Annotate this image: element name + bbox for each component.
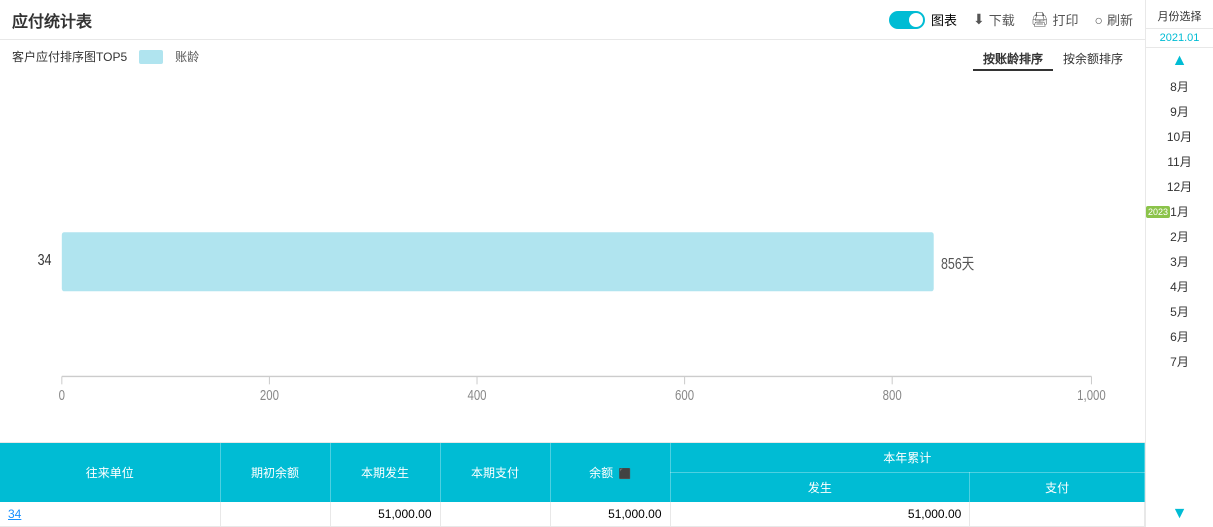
month-label: 4月 <box>1170 280 1189 294</box>
col-opening-balance: 期初余额 <box>220 443 330 502</box>
sort-by-balance-button[interactable]: 按账龄排序 <box>973 48 1053 71</box>
month-label: 3月 <box>1170 255 1189 269</box>
header-actions: 图表 ⬇ 下载 🖨 打印 ○ 刷新 <box>889 10 1133 29</box>
sort-by-amount-button[interactable]: 按余额排序 <box>1053 48 1133 71</box>
svg-text:400: 400 <box>467 387 486 404</box>
month-label: 10月 <box>1167 130 1192 144</box>
month-label: 6月 <box>1170 330 1189 344</box>
month-label: 2月 <box>1170 230 1189 244</box>
refresh-button[interactable]: ○ 刷新 <box>1095 10 1133 29</box>
col-ytd-group: 本年累计 <box>670 443 1145 473</box>
sidebar-month-item[interactable]: 10月 <box>1146 124 1213 149</box>
cell-current-payment <box>440 502 550 527</box>
bar-y-label: 34 <box>38 252 52 270</box>
cell-opening-balance <box>220 502 330 527</box>
col-source-unit: 往来单位 <box>0 443 220 502</box>
sidebar-down-button[interactable]: ▼ <box>1146 501 1213 527</box>
legend-box <box>139 50 163 64</box>
sidebar-month-item[interactable]: 9月 <box>1146 99 1213 124</box>
refresh-label: 刷新 <box>1107 10 1133 29</box>
chart-legend: 客户应付排序图TOP5 账龄 <box>12 48 199 65</box>
sidebar-month-item[interactable]: 20231月 <box>1146 199 1213 224</box>
sidebar-month-item[interactable]: 6月 <box>1146 324 1213 349</box>
download-label: 下载 <box>989 10 1015 29</box>
month-label: 7月 <box>1170 355 1189 369</box>
sidebar-current-month: 2021.01 <box>1146 29 1213 48</box>
month-label: 8月 <box>1170 80 1189 94</box>
header: 应付统计表 图表 ⬇ 下载 🖨 打印 ○ 刷新 <box>0 0 1145 40</box>
col-ytd-occurrence: 发生 <box>670 473 970 503</box>
sidebar-title: 月份选择 <box>1146 4 1213 29</box>
refresh-icon: ○ <box>1095 12 1103 28</box>
month-label: 11月 <box>1167 155 1191 169</box>
bar-end-label: 856天 <box>941 256 974 274</box>
table-section: 往来单位 期初余额 本期发生 本期支付 余额 ⬛ 本年累计 发生 支付 <box>0 442 1145 527</box>
svg-text:0: 0 <box>59 387 65 404</box>
data-table: 往来单位 期初余额 本期发生 本期支付 余额 ⬛ 本年累计 发生 支付 <box>0 443 1145 527</box>
toggle-thumb <box>909 13 923 27</box>
svg-text:600: 600 <box>675 387 694 404</box>
cell-balance: 51,000.00 <box>550 502 670 527</box>
balance-sort-icon: ⬛ <box>618 469 630 480</box>
cell-ytd-occurrence: 51,000.00 <box>670 502 970 527</box>
sidebar-month-item[interactable]: 5月 <box>1146 299 1213 324</box>
cell-current-occurrence: 51,000.00 <box>330 502 440 527</box>
year-badge: 2023 <box>1146 206 1170 218</box>
sidebar-month-item[interactable]: 7月 <box>1146 349 1213 374</box>
print-button[interactable]: 🖨 打印 <box>1031 10 1079 29</box>
col-balance: 余额 ⬛ <box>550 443 670 502</box>
cell-source-unit[interactable]: 34 <box>0 502 220 527</box>
sidebar-up-button[interactable]: ▲ <box>1146 48 1213 74</box>
legend-main-label: 客户应付排序图TOP5 <box>12 48 127 65</box>
chart-wrapper: 34 856天 0 200 400 600 800 1,000 <box>12 75 1133 442</box>
sidebar-month-item[interactable]: 8月 <box>1146 74 1213 99</box>
month-label: 12月 <box>1167 180 1192 194</box>
col-current-payment: 本期支付 <box>440 443 550 502</box>
legend-sub-label: 账龄 <box>175 48 199 65</box>
page-title: 应付统计表 <box>12 8 92 32</box>
print-label: 打印 <box>1053 10 1079 29</box>
toggle-track[interactable] <box>889 11 925 29</box>
download-icon: ⬇ <box>973 11 985 28</box>
table-row: 34 51,000.00 51,000.00 51,000.00 <box>0 502 1145 527</box>
chart-controls: 按账龄排序 按余额排序 <box>973 48 1133 71</box>
sidebar-month-item[interactable]: 11月 <box>1146 149 1213 174</box>
col-ytd-payment: 支付 <box>970 473 1145 503</box>
svg-text:800: 800 <box>883 387 902 404</box>
chart-section: 客户应付排序图TOP5 账龄 按账龄排序 按余额排序 34 856天 <box>0 40 1145 442</box>
chart-toggle-label: 图表 <box>931 10 957 29</box>
sidebar-month-item[interactable]: 12月 <box>1146 174 1213 199</box>
sidebar-month-list: 8月 9月 10月 11月 12月 20231月 2月 3月 4月 5月 6月 7月 <box>1146 74 1213 501</box>
svg-text:200: 200 <box>260 387 279 404</box>
sidebar-month-item[interactable]: 4月 <box>1146 274 1213 299</box>
svg-text:1,000: 1,000 <box>1077 387 1106 404</box>
month-label: 1月 <box>1170 205 1189 219</box>
sidebar-month-item[interactable]: 3月 <box>1146 249 1213 274</box>
chart-svg: 34 856天 0 200 400 600 800 1,000 <box>12 75 1133 442</box>
col-current-occurrence: 本期发生 <box>330 443 440 502</box>
sidebar: 月份选择 2021.01 ▲ 8月 9月 10月 11月 12月 20231月 2月 3月 4月… <box>1145 0 1213 527</box>
month-label: 5月 <box>1170 305 1189 319</box>
sidebar-month-item[interactable]: 2月 <box>1146 224 1213 249</box>
print-icon: 🖨 <box>1031 11 1049 28</box>
download-button[interactable]: ⬇ 下载 <box>973 10 1015 29</box>
cell-ytd-payment <box>970 502 1145 527</box>
chart-bar <box>62 232 934 291</box>
month-label: 9月 <box>1170 105 1189 119</box>
chart-toggle[interactable]: 图表 <box>889 10 957 29</box>
